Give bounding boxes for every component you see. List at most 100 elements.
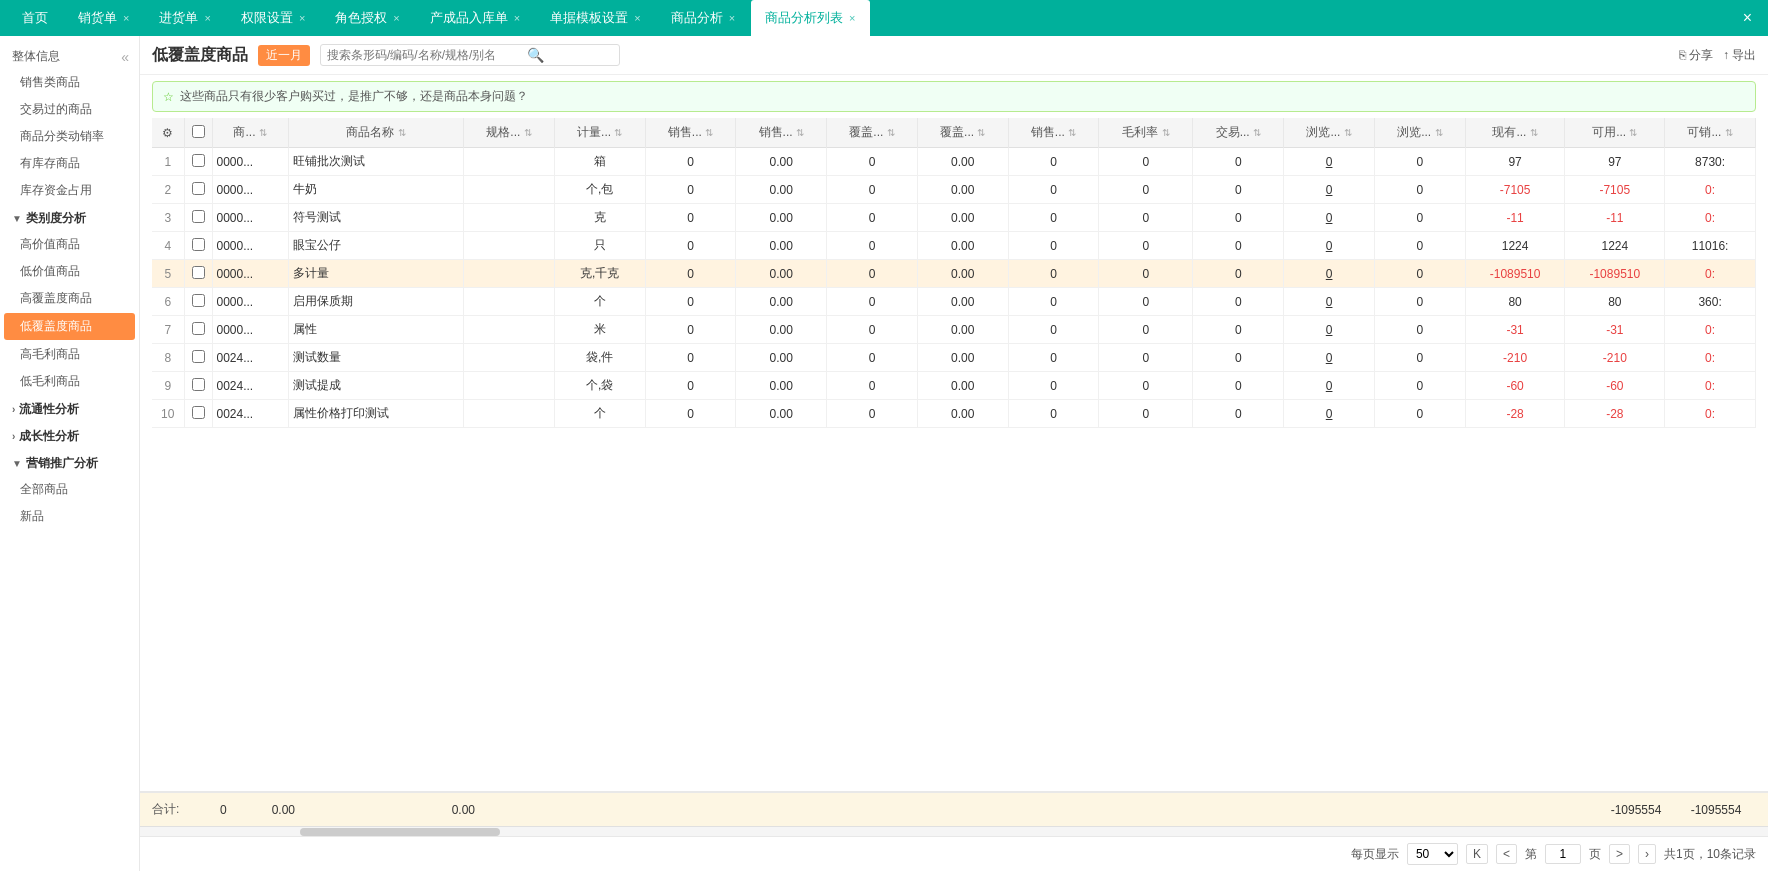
browse-link[interactable]: 0 (1326, 323, 1333, 337)
row-select-checkbox[interactable] (192, 350, 205, 363)
row-select-checkbox[interactable] (192, 210, 205, 223)
row-checkbox[interactable] (184, 316, 212, 344)
row-checkbox[interactable] (184, 204, 212, 232)
row-browse1[interactable]: 0 (1284, 372, 1375, 400)
sidebar-item-high-margin[interactable]: 高毛利商品 (0, 341, 139, 368)
horizontal-scrollbar[interactable] (140, 826, 1768, 836)
row-browse1[interactable]: 0 (1284, 260, 1375, 288)
nav-tab-roles[interactable]: 角色授权 × (321, 0, 413, 36)
sidebar-item-low-margin[interactable]: 低毛利商品 (0, 368, 139, 395)
table-container[interactable]: ⚙ 商... ⇅ 商品名称 ⇅ 规格... ⇅ 计量... ⇅ 销售... ⇅ … (140, 118, 1768, 791)
browse-link[interactable]: 0 (1326, 267, 1333, 281)
sidebar-item-high-coverage[interactable]: 高覆盖度商品 (0, 285, 139, 312)
row-checkbox[interactable] (184, 372, 212, 400)
nav-tab-purchase[interactable]: 进货单 × (145, 0, 224, 36)
row-browse1[interactable]: 0 (1284, 400, 1375, 428)
sidebar-item-traded-goods[interactable]: 交易过的商品 (0, 96, 139, 123)
row-name[interactable]: 测试提成 (288, 372, 463, 400)
search-icon[interactable]: 🔍 (527, 47, 544, 63)
sidebar-item-sales-goods[interactable]: 销售类商品 (0, 69, 139, 96)
nav-tab-template[interactable]: 单据模板设置 × (536, 0, 654, 36)
sidebar-item-new-goods[interactable]: 新品 (0, 503, 139, 530)
sidebar-section-growth[interactable]: ›成长性分析 (0, 422, 139, 449)
row-checkbox[interactable] (184, 232, 212, 260)
nav-tab-permissions[interactable]: 权限设置 × (227, 0, 319, 36)
row-checkbox[interactable] (184, 288, 212, 316)
settings-icon[interactable]: ⚙ (162, 126, 173, 140)
collapse-icon[interactable]: « (121, 49, 129, 65)
row-select-checkbox[interactable] (192, 406, 205, 419)
time-filter-button[interactable]: 近一月 (258, 45, 310, 66)
close-icon[interactable]: × (514, 12, 520, 24)
row-name[interactable]: 眼宝公仔 (288, 232, 463, 260)
nav-tab-analysis[interactable]: 商品分析 × (657, 0, 749, 36)
nav-tab-analysis-list[interactable]: 商品分析列表 × (751, 0, 869, 36)
row-checkbox[interactable] (184, 176, 212, 204)
row-browse1[interactable]: 0 (1284, 316, 1375, 344)
row-browse1[interactable]: 0 (1284, 148, 1375, 176)
export-button[interactable]: ↑ 导出 (1723, 47, 1756, 64)
browse-link[interactable]: 0 (1326, 155, 1333, 169)
sidebar-section-marketing[interactable]: ▼营销推广分析 (0, 449, 139, 476)
row-name[interactable]: 旺铺批次测试 (288, 148, 463, 176)
row-checkbox[interactable] (184, 260, 212, 288)
row-browse1[interactable]: 0 (1284, 288, 1375, 316)
row-name[interactable]: 测试数量 (288, 344, 463, 372)
browse-link[interactable]: 0 (1326, 295, 1333, 309)
sidebar-item-stock-goods[interactable]: 有库存商品 (0, 150, 139, 177)
row-name[interactable]: 多计量 (288, 260, 463, 288)
browse-link[interactable]: 0 (1326, 211, 1333, 225)
row-checkbox[interactable] (184, 148, 212, 176)
current-page-input[interactable] (1545, 844, 1581, 864)
row-browse1[interactable]: 0 (1284, 204, 1375, 232)
sidebar-item-high-value[interactable]: 高价值商品 (0, 231, 139, 258)
row-browse1[interactable]: 0 (1284, 232, 1375, 260)
browse-link[interactable]: 0 (1326, 183, 1333, 197)
row-select-checkbox[interactable] (192, 294, 205, 307)
row-name[interactable]: 属性价格打印测试 (288, 400, 463, 428)
row-checkbox[interactable] (184, 344, 212, 372)
last-page-button[interactable]: › (1638, 844, 1656, 864)
next-page-button[interactable]: > (1609, 844, 1630, 864)
close-icon[interactable]: × (204, 12, 210, 24)
col-settings[interactable]: ⚙ (152, 118, 184, 148)
row-checkbox[interactable] (184, 400, 212, 428)
row-select-checkbox[interactable] (192, 238, 205, 251)
browse-link[interactable]: 0 (1326, 351, 1333, 365)
search-input[interactable] (327, 48, 527, 62)
nav-tab-production[interactable]: 产成品入库单 × (416, 0, 534, 36)
row-name[interactable]: 牛奶 (288, 176, 463, 204)
sidebar-header[interactable]: 整体信息 « (0, 44, 139, 69)
row-select-checkbox[interactable] (192, 322, 205, 335)
close-icon[interactable]: × (849, 12, 855, 24)
sidebar-section-liquidity[interactable]: ›流通性分析 (0, 395, 139, 422)
row-browse1[interactable]: 0 (1284, 176, 1375, 204)
row-name[interactable]: 符号测试 (288, 204, 463, 232)
row-name[interactable]: 属性 (288, 316, 463, 344)
browse-link[interactable]: 0 (1326, 379, 1333, 393)
row-select-checkbox[interactable] (192, 154, 205, 167)
row-select-checkbox[interactable] (192, 266, 205, 279)
prev-page-button[interactable]: < (1496, 844, 1517, 864)
close-icon[interactable]: × (393, 12, 399, 24)
close-icon[interactable]: × (729, 12, 735, 24)
sidebar-item-category-rate[interactable]: 商品分类动销率 (0, 123, 139, 150)
sidebar-section-category[interactable]: ▼类别度分析 (0, 204, 139, 231)
nav-tab-sales[interactable]: 销货单 × (64, 0, 143, 36)
col-checkbox[interactable] (184, 118, 212, 148)
row-name[interactable]: 启用保质期 (288, 288, 463, 316)
scrollbar-thumb[interactable] (300, 828, 500, 836)
close-icon[interactable]: × (299, 12, 305, 24)
sidebar-item-low-coverage[interactable]: 低覆盖度商品 (4, 313, 135, 340)
sidebar-item-stock-capital[interactable]: 库存资金占用 (0, 177, 139, 204)
row-browse1[interactable]: 0 (1284, 344, 1375, 372)
nav-tab-home[interactable]: 首页 (8, 0, 62, 36)
row-select-checkbox[interactable] (192, 182, 205, 195)
close-all-tabs-button[interactable]: × (1735, 9, 1760, 27)
share-button[interactable]: ⎘ 分享 (1679, 47, 1713, 64)
close-icon[interactable]: × (634, 12, 640, 24)
sidebar-item-low-value[interactable]: 低价值商品 (0, 258, 139, 285)
browse-link[interactable]: 0 (1326, 239, 1333, 253)
select-all-checkbox[interactable] (192, 125, 205, 138)
page-size-select[interactable]: 50 100 200 (1407, 843, 1458, 865)
